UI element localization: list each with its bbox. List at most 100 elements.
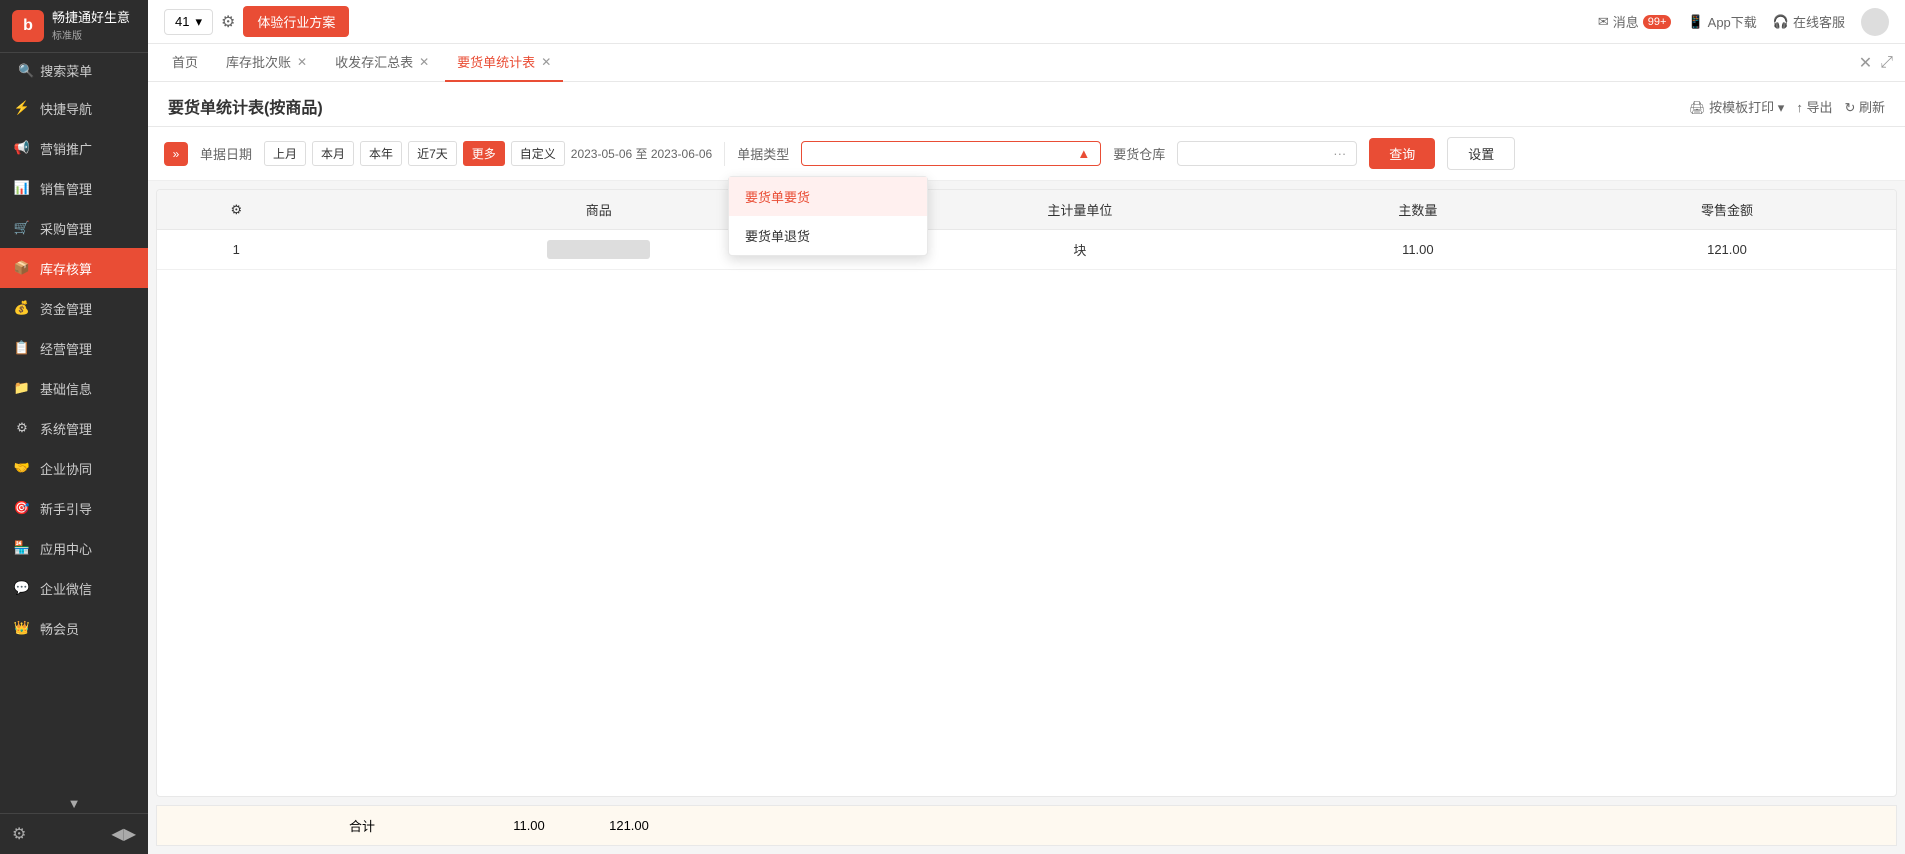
sidebar-item-quick-nav[interactable]: ⚡快捷导航 [0,88,148,128]
tabbar: 首页库存批次账✕收发存汇总表✕要货单统计表✕✕⤢ [148,44,1905,82]
sidebar-item-system[interactable]: ⚙系统管理 [0,408,148,448]
tab-close-库存批次账[interactable]: ✕ [297,55,307,69]
export-label: 导出 [1806,100,1832,115]
message-icon: ✉ [1598,14,1609,30]
app-download-button[interactable]: 📱 App下载 [1687,12,1756,31]
marketing-icon: 📢 [12,138,32,158]
tab-close-要货单统计表[interactable]: ✕ [541,55,551,69]
sidebar-item-operations[interactable]: 📋经营管理 [0,328,148,368]
app-edition: 标准版 [52,27,130,42]
export-icon: ↑ [1796,100,1803,115]
logo-icon: b [12,10,44,42]
set-button[interactable]: 设置 [1447,137,1515,170]
print-label: 按模板打印 [1709,100,1774,115]
topbar-settings-icon[interactable]: ⚙ [221,12,235,32]
page-content: 要货单统计表(按商品) 🖨 按模板打印 ▾ ↑ 导出 ↻ 刷新 » [148,82,1905,854]
cell-amount: 121.00 [1558,230,1896,270]
col-quantity: 主数量 [1278,190,1558,230]
avatar[interactable] [1861,8,1889,36]
type-select[interactable]: ▲ [801,141,1101,166]
service-icon: 🎧 [1773,14,1789,30]
sidebar-bottom: ⚙ ◀▶ [0,813,148,854]
dropdown-item-要货单退货[interactable]: 要货单退货 [729,216,927,255]
trial-button[interactable]: 体验行业方案 [243,6,349,37]
date-range-group: 上月本月本年近7天更多自定义 2023-05-06 至 2023-06-06 [264,141,712,166]
online-service-label: 在线客服 [1793,12,1845,31]
export-action[interactable]: ↑ 导出 [1796,97,1832,116]
filter-divider [724,142,725,166]
sidebar-item-sales[interactable]: 📊销售管理 [0,168,148,208]
dropdown-item-要货单要货[interactable]: 要货单要货 [729,177,927,216]
query-button[interactable]: 查询 [1369,138,1435,169]
online-service-button[interactable]: 🎧 在线客服 [1773,12,1845,31]
print-icon: 🖨 [1689,100,1706,115]
table-footer: 合计 11.00 121.00 [156,805,1897,846]
date-filter-label: 单据日期 [200,144,252,163]
appstore-icon: 🏪 [12,538,32,558]
tab-close-收发存汇总表[interactable]: ✕ [419,55,429,69]
print-caret: ▾ [1778,100,1785,115]
date-range-display: 2023-05-06 至 2023-06-06 [571,145,712,162]
expand-filter-button[interactable]: » [164,142,188,166]
settings-icon[interactable]: ⚙ [12,824,26,844]
refresh-icon: ↻ [1844,100,1855,115]
cell-quantity: 11.00 [1278,230,1558,270]
member-icon: 👑 [12,618,32,638]
store-selector[interactable]: 41 ▾ [164,9,213,35]
system-icon: ⚙ [12,418,32,438]
sidebar-item-basic[interactable]: 📁基础信息 [0,368,148,408]
sidebar-item-wechat[interactable]: 💬企业微信 [0,568,148,608]
sidebar-item-inventory[interactable]: 📦库存核算 [0,248,148,288]
filter-bar: » 单据日期 上月本月本年近7天更多自定义 2023-05-06 至 2023-0… [148,127,1905,181]
tab-close-all[interactable]: ✕ [1859,53,1872,73]
sidebar-item-marketing[interactable]: 📢营销推广 [0,128,148,168]
date-btn-本月[interactable]: 本月 [312,141,354,166]
refresh-action[interactable]: ↻ 刷新 [1844,97,1885,116]
page-actions: 🖨 按模板打印 ▾ ↑ 导出 ↻ 刷新 [1689,97,1885,116]
date-btn-近7天[interactable]: 近7天 [408,141,457,166]
data-table-wrapper: ⚙商品主计量单位主数量零售金额 1 product 块 11.00 121.00 [156,189,1897,797]
cell-unit: 块 [882,230,1278,270]
collapse-icon[interactable]: ◀▶ [111,824,136,844]
date-btn-上月[interactable]: 上月 [264,141,306,166]
message-badge: 99+ [1643,15,1672,29]
sidebar-nav: ⚡快捷导航📢营销推广📊销售管理🛒采购管理📦库存核算💰资金管理📋经营管理📁基础信息… [0,88,148,793]
search-icon: 🔍 [18,63,34,79]
page-title: 要货单统计表(按商品) [168,94,323,118]
print-action[interactable]: 🖨 按模板打印 ▾ [1689,97,1784,116]
inventory-icon: 📦 [12,258,32,278]
quick-nav-icon: ⚡ [12,98,32,118]
type-filter-label: 单据类型 [737,144,789,163]
message-button[interactable]: ✉ 消息 99+ [1598,12,1672,31]
enterprise-icon: 🤝 [12,458,32,478]
tab-首页[interactable]: 首页 [160,44,210,82]
wechat-icon: 💬 [12,578,32,598]
sidebar-item-appstore[interactable]: 🏪应用中心 [0,528,148,568]
sidebar-item-finance[interactable]: 💰资金管理 [0,288,148,328]
tab-库存批次账[interactable]: 库存批次账✕ [214,44,319,82]
date-btn-本年[interactable]: 本年 [360,141,402,166]
type-dropdown-menu: 要货单要货要货单退货 [728,176,928,256]
date-btn-更多[interactable]: 更多 [463,141,505,166]
sidebar-item-enterprise[interactable]: 🤝企业协同 [0,448,148,488]
cell-index: 1 [157,230,316,270]
sidebar-item-member[interactable]: 👑畅会员 [0,608,148,648]
warehouse-dots-icon[interactable]: ··· [1333,146,1346,161]
message-label: 消息 [1613,12,1639,31]
col-settings[interactable]: ⚙ [157,190,316,230]
tab-收发存汇总表[interactable]: 收发存汇总表✕ [323,44,441,82]
page-header: 要货单统计表(按商品) 🖨 按模板打印 ▾ ↑ 导出 ↻ 刷新 [148,82,1905,127]
type-select-caret: ▲ [1077,146,1090,161]
sidebar-item-guide[interactable]: 🎯新手引导 [0,488,148,528]
warehouse-input[interactable]: ··· [1177,141,1357,166]
sidebar-item-purchase[interactable]: 🛒采购管理 [0,208,148,248]
tab-要货单统计表[interactable]: 要货单统计表✕ [445,44,563,82]
warehouse-filter-label: 要货仓库 [1113,144,1165,163]
sidebar-scroll-down[interactable]: ▼ [0,793,148,813]
search-menu[interactable]: 🔍 搜索菜单 [0,53,148,88]
guide-icon: 🎯 [12,498,32,518]
date-btn-自定义[interactable]: 自定义 [511,141,565,166]
purchase-icon: 🛒 [12,218,32,238]
tab-expand[interactable]: ⤢ [1880,54,1893,72]
table-row: 1 product 块 11.00 121.00 [157,230,1896,270]
